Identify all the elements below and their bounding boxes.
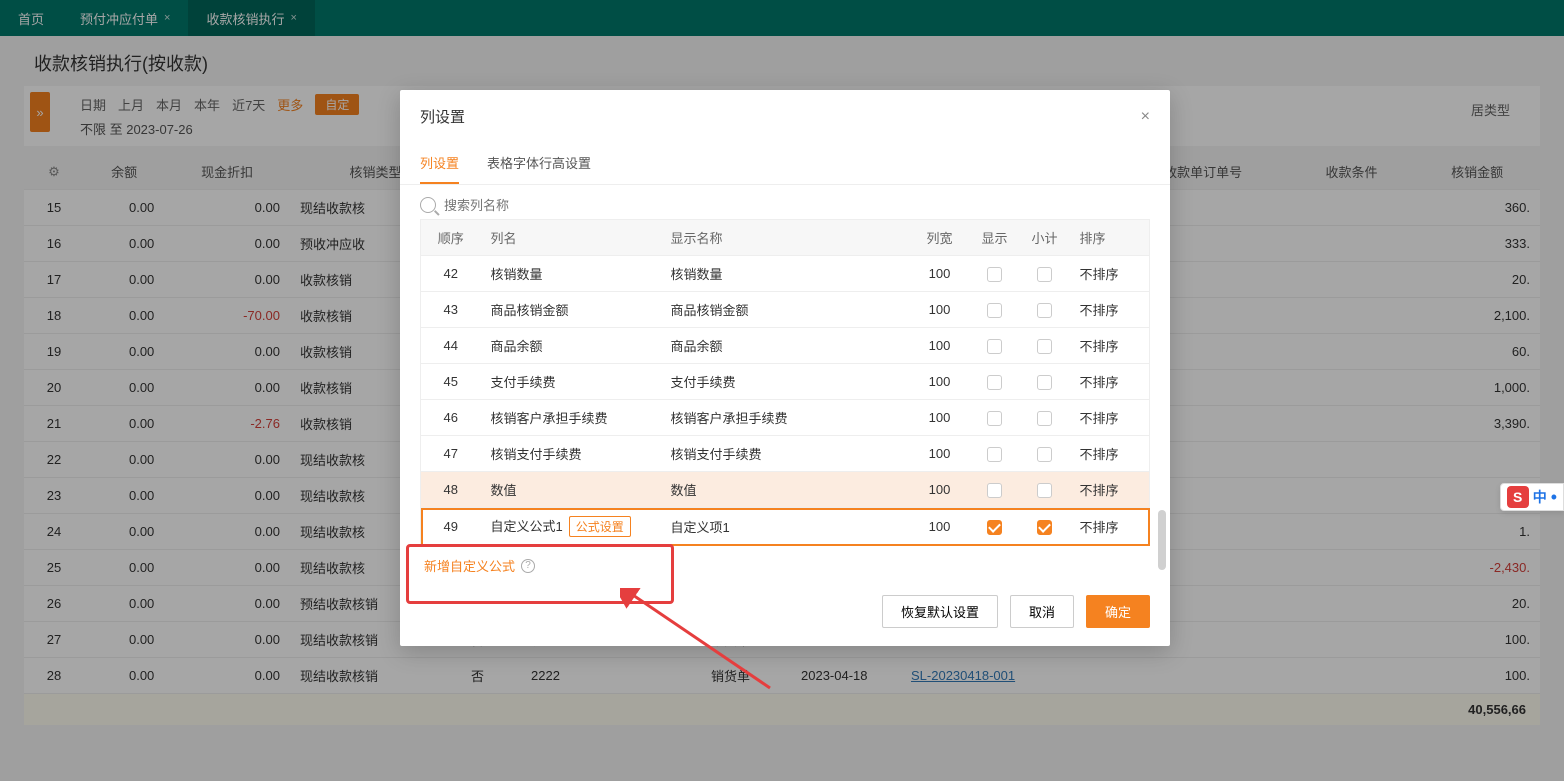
column-settings-modal: 列设置 × 列设置 表格字体行高设置 顺序 列名 显示名称 列宽 显示 小计 排… <box>400 90 1170 646</box>
show-checkbox[interactable] <box>987 267 1002 282</box>
subtotal-checkbox[interactable] <box>1037 267 1052 282</box>
ok-button[interactable]: 确定 <box>1086 595 1150 628</box>
subtotal-checkbox[interactable] <box>1037 303 1052 318</box>
show-checkbox[interactable] <box>987 411 1002 426</box>
subtotal-checkbox[interactable] <box>1037 339 1052 354</box>
column-row[interactable]: 42核销数量核销数量100不排序 <box>421 256 1150 292</box>
ime-dot-icon: • <box>1551 487 1557 508</box>
show-checkbox[interactable] <box>987 339 1002 354</box>
ime-logo-icon: S <box>1507 486 1529 508</box>
modal-title: 列设置 <box>420 106 465 127</box>
hdr-width: 列宽 <box>910 220 970 256</box>
show-checkbox[interactable] <box>987 483 1002 498</box>
subtotal-checkbox[interactable] <box>1037 375 1052 390</box>
modal-tab-font[interactable]: 表格字体行高设置 <box>487 145 591 184</box>
column-row[interactable]: 43商品核销金额商品核销金额100不排序 <box>421 292 1150 328</box>
column-search-input[interactable] <box>444 198 1150 213</box>
hdr-show: 显示 <box>970 220 1020 256</box>
subtotal-checkbox[interactable] <box>1037 411 1052 426</box>
modal-tab-columns[interactable]: 列设置 <box>420 145 459 184</box>
show-checkbox[interactable] <box>987 447 1002 462</box>
reset-button[interactable]: 恢复默认设置 <box>882 595 998 628</box>
column-row[interactable]: 48数值数值100不排序 <box>421 472 1150 508</box>
ime-lang: 中 <box>1533 487 1547 507</box>
scrollbar-thumb[interactable] <box>1158 510 1166 570</box>
modal-close-icon[interactable]: × <box>1141 108 1150 126</box>
column-row[interactable]: 49自定义公式1公式设置自定义项1100不排序 <box>421 508 1150 546</box>
column-row[interactable]: 46核销客户承担手续费核销客户承担手续费100不排序 <box>421 400 1150 436</box>
formula-settings-button[interactable]: 公式设置 <box>569 516 631 537</box>
hdr-order: 顺序 <box>421 220 481 256</box>
subtotal-checkbox[interactable] <box>1037 483 1052 498</box>
column-row[interactable]: 44商品余额商品余额100不排序 <box>421 328 1150 364</box>
hdr-sub: 小计 <box>1020 220 1070 256</box>
hdr-sort: 排序 <box>1070 220 1150 256</box>
add-formula-link[interactable]: 新增自定义公式? <box>400 546 1170 585</box>
column-row[interactable]: 47核销支付手续费核销支付手续费100不排序 <box>421 436 1150 472</box>
show-checkbox[interactable] <box>987 375 1002 390</box>
hdr-name: 列名 <box>481 220 661 256</box>
help-icon[interactable]: ? <box>521 559 535 573</box>
search-icon <box>420 197 436 213</box>
cancel-button[interactable]: 取消 <box>1010 595 1074 628</box>
subtotal-checkbox[interactable] <box>1037 520 1052 535</box>
columns-table: 顺序 列名 显示名称 列宽 显示 小计 排序 42核销数量核销数量100不排序4… <box>420 219 1150 546</box>
column-row[interactable]: 45支付手续费支付手续费100不排序 <box>421 364 1150 400</box>
subtotal-checkbox[interactable] <box>1037 447 1052 462</box>
ime-indicator[interactable]: S 中 • <box>1500 483 1564 511</box>
hdr-display: 显示名称 <box>661 220 910 256</box>
show-checkbox[interactable] <box>987 303 1002 318</box>
show-checkbox[interactable] <box>987 520 1002 535</box>
